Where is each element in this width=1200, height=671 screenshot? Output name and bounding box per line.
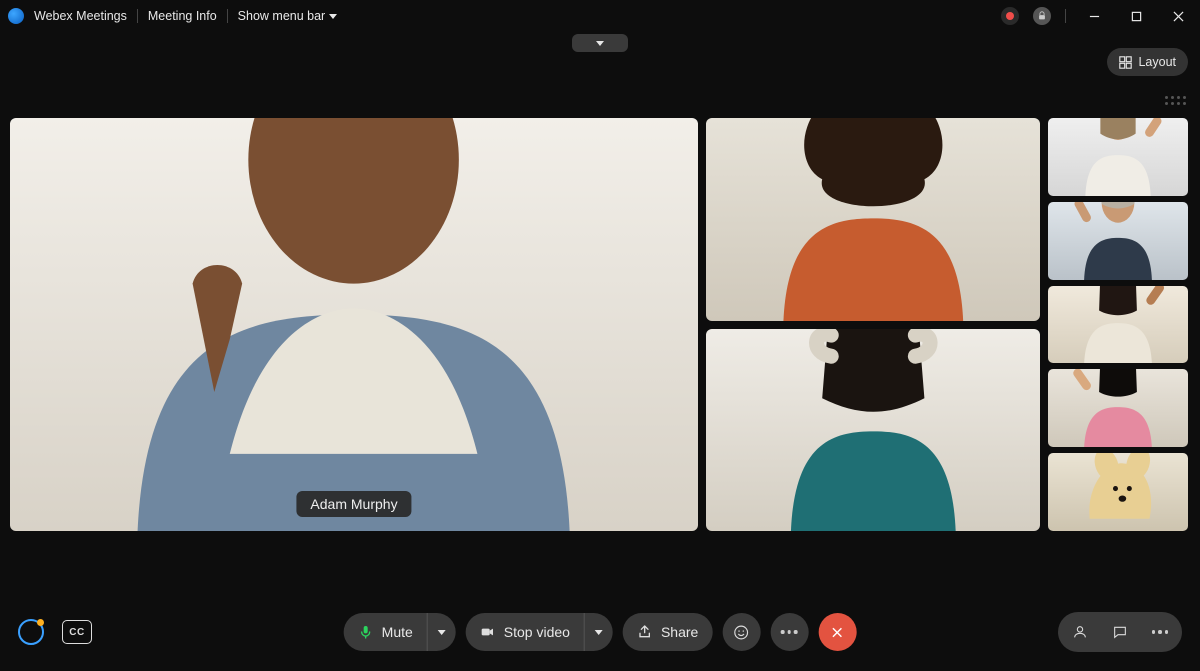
bottom-toolbar: CC Mute Stop video bbox=[0, 593, 1200, 671]
close-icon bbox=[1173, 11, 1184, 22]
webex-logo-icon bbox=[8, 8, 24, 24]
recording-indicator[interactable] bbox=[1001, 7, 1019, 25]
titlebar: Webex Meetings Meeting Info Show menu ba… bbox=[0, 0, 1200, 32]
participant-video bbox=[1048, 369, 1188, 447]
share-icon bbox=[637, 624, 653, 640]
video-grid: Adam Murphy bbox=[10, 118, 1190, 531]
stop-video-button[interactable]: Stop video bbox=[466, 613, 613, 651]
participant-video bbox=[1048, 286, 1188, 364]
chevron-down-icon bbox=[596, 41, 604, 46]
meeting-info-label: Meeting Info bbox=[148, 9, 217, 23]
participant-video bbox=[706, 329, 1040, 532]
maximize-icon bbox=[1131, 11, 1142, 22]
toolbar-left: CC bbox=[18, 619, 92, 645]
more-options-button[interactable] bbox=[770, 613, 808, 651]
chat-panel-button[interactable] bbox=[1102, 616, 1138, 648]
record-icon bbox=[1006, 12, 1014, 20]
window-minimize-button[interactable] bbox=[1080, 2, 1108, 30]
close-icon bbox=[829, 624, 846, 641]
participants-panel-button[interactable] bbox=[1062, 616, 1098, 648]
titlebar-left: Webex Meetings Meeting Info Show menu ba… bbox=[8, 8, 337, 24]
video-thumbnail[interactable] bbox=[1048, 286, 1188, 364]
video-thumbnail[interactable] bbox=[1048, 453, 1188, 531]
chevron-down-icon bbox=[438, 630, 446, 635]
divider bbox=[1065, 9, 1066, 23]
window-maximize-button[interactable] bbox=[1122, 2, 1150, 30]
more-icon bbox=[781, 630, 798, 634]
meeting-info-button[interactable]: Meeting Info bbox=[148, 9, 217, 23]
show-menu-bar-button[interactable]: Show menu bar bbox=[238, 9, 338, 23]
stop-video-button-label: Stop video bbox=[504, 624, 570, 640]
participants-icon bbox=[1072, 624, 1088, 640]
video-thumbnail[interactable] bbox=[1048, 369, 1188, 447]
video-tile[interactable] bbox=[706, 329, 1040, 532]
expand-toolbar-handle[interactable] bbox=[572, 34, 628, 52]
video-thumbnail[interactable] bbox=[1048, 118, 1188, 196]
mute-options-button[interactable] bbox=[427, 613, 456, 651]
layout-button[interactable]: Layout bbox=[1107, 48, 1188, 76]
microphone-icon bbox=[358, 624, 374, 640]
titlebar-right bbox=[1001, 2, 1192, 30]
chevron-down-icon bbox=[329, 14, 337, 19]
video-thumbnail[interactable] bbox=[1048, 202, 1188, 280]
participant-video bbox=[1048, 453, 1188, 531]
mute-button-label: Mute bbox=[382, 624, 413, 640]
minimize-icon bbox=[1089, 11, 1100, 22]
toolbar-center: Mute Stop video bbox=[344, 613, 857, 651]
layout-button-label: Layout bbox=[1138, 55, 1176, 69]
show-menu-bar-label: Show menu bar bbox=[238, 9, 326, 23]
lock-indicator[interactable] bbox=[1033, 7, 1051, 25]
chat-icon bbox=[1112, 624, 1128, 640]
end-call-button[interactable] bbox=[818, 613, 856, 651]
participant-video bbox=[1048, 118, 1188, 196]
video-options-button[interactable] bbox=[584, 613, 613, 651]
mute-button[interactable]: Mute bbox=[344, 613, 456, 651]
divider bbox=[227, 9, 228, 23]
participant-thumbnail-list bbox=[1048, 118, 1188, 531]
cc-label: CC bbox=[69, 627, 84, 638]
closed-captions-button[interactable]: CC bbox=[62, 620, 92, 644]
participant-name: Adam Murphy bbox=[310, 496, 397, 512]
camera-icon bbox=[480, 624, 496, 640]
app-name: Webex Meetings bbox=[34, 9, 127, 23]
panels-more-button[interactable] bbox=[1142, 616, 1178, 648]
drag-handle-icon[interactable] bbox=[1165, 96, 1186, 105]
lock-icon bbox=[1037, 11, 1047, 21]
more-icon bbox=[1152, 630, 1169, 634]
toolbar-right bbox=[1058, 612, 1182, 652]
participant-name-tag: Adam Murphy bbox=[296, 491, 411, 517]
share-button-label: Share bbox=[661, 624, 698, 640]
assistant-button[interactable] bbox=[18, 619, 44, 645]
participant-video bbox=[1048, 202, 1188, 280]
divider bbox=[137, 9, 138, 23]
emoji-icon bbox=[733, 624, 750, 641]
layout-grid-icon bbox=[1119, 56, 1132, 69]
participant-video bbox=[706, 118, 1040, 321]
video-tile-active-speaker[interactable]: Adam Murphy bbox=[10, 118, 698, 531]
participant-video-main bbox=[10, 118, 698, 531]
window-close-button[interactable] bbox=[1164, 2, 1192, 30]
video-tile[interactable] bbox=[706, 118, 1040, 321]
share-button[interactable]: Share bbox=[623, 613, 712, 651]
reactions-button[interactable] bbox=[722, 613, 760, 651]
chevron-down-icon bbox=[595, 630, 603, 635]
